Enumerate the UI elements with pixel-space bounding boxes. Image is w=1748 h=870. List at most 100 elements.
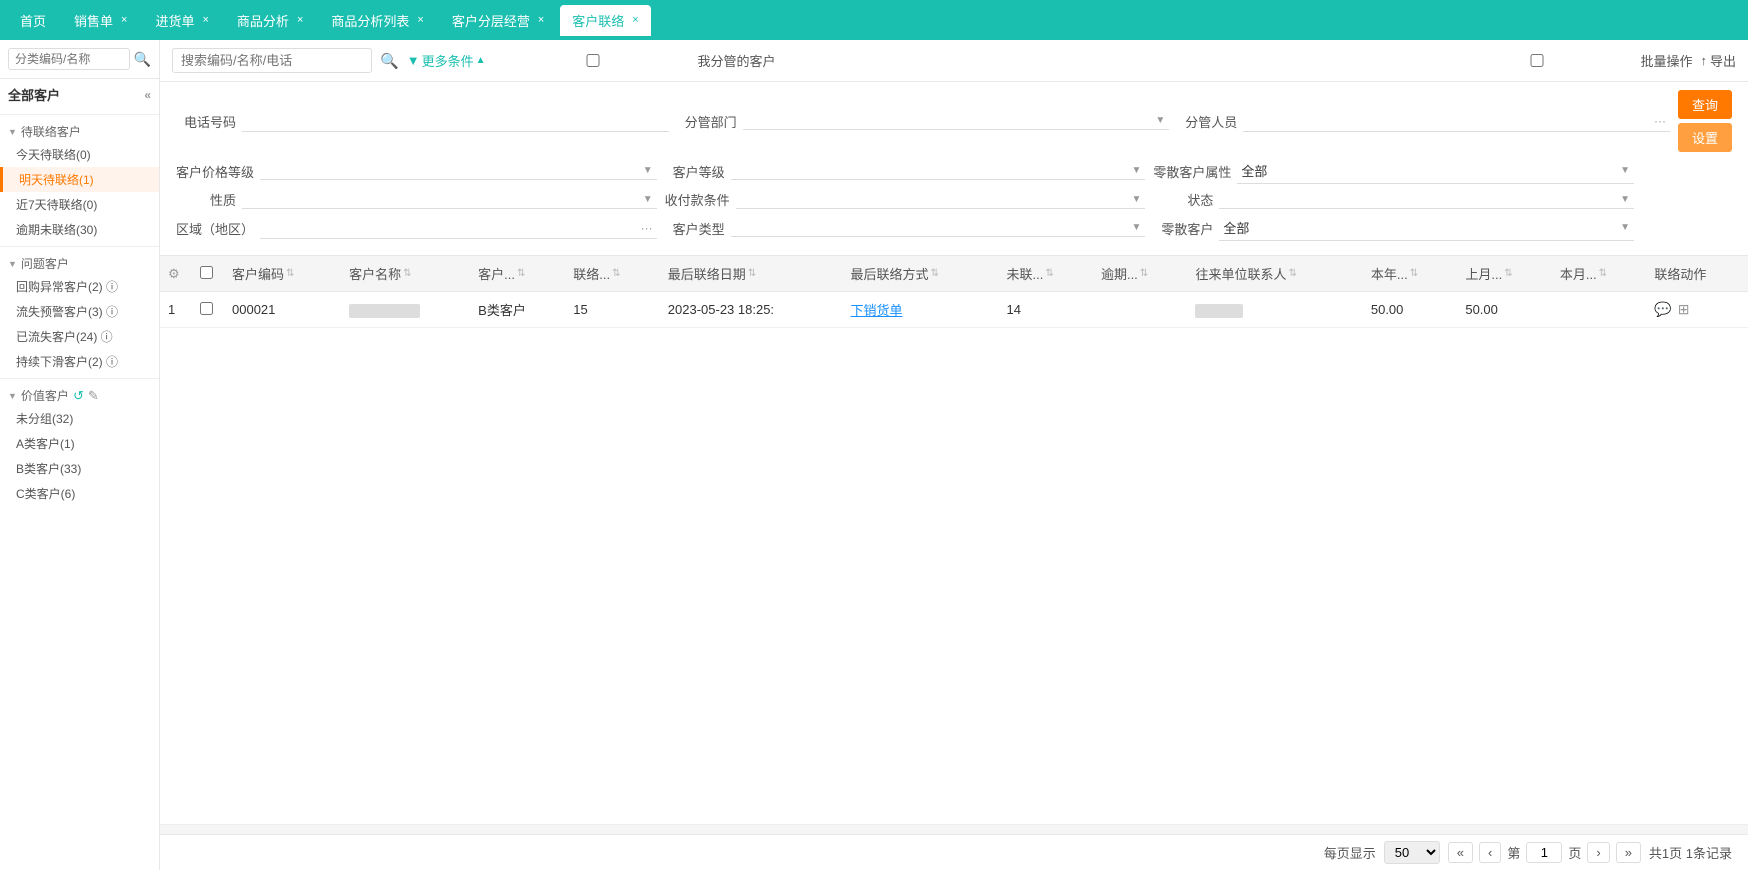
last-method-link[interactable]: 下销货单 [850,303,902,318]
close-sales-tab[interactable]: × [121,14,127,26]
close-customer-tier-tab[interactable]: × [538,14,544,26]
row-last-month: 50.00 [1457,292,1551,328]
filter-customer-level-select[interactable]: ▼ [731,162,1146,180]
sidebar-item-ungrouped[interactable]: 未分组(32) [0,406,159,431]
sort-last-method-icon[interactable]: ⇅ [930,268,938,279]
sort-last-date-icon[interactable]: ⇅ [748,268,756,279]
export-btn[interactable]: ↑ 导出 [1700,51,1736,70]
nav-home[interactable]: 首页 [8,5,58,36]
filter-search-icon[interactable]: 🔍 [380,52,399,70]
sort-name-icon[interactable]: ⇅ [403,268,411,279]
filter-scatter-attr: 零散客户属性 全部 ▼ [1153,158,1634,184]
sort-contact-icon[interactable]: ⇅ [612,268,620,279]
chevron-status-icon: ▼ [1620,194,1630,205]
filter-price-level-select[interactable]: ▼ [260,162,657,180]
row-checkbox [192,292,224,328]
batch-op-btn[interactable]: 批量操作 [1437,51,1692,70]
nav-tab-analysis-list[interactable]: 商品分析列表 × [319,5,435,36]
sidebar-search-container: 🔍 [0,40,159,79]
comment-icon[interactable]: 💬 [1654,301,1671,318]
filter-customer-type-label: 客户类型 [665,219,725,238]
col-last-method: 最后联络方式 ⇅ [842,256,998,292]
close-customer-contact-tab[interactable]: × [632,14,638,26]
my-customers-check[interactable] [493,54,693,67]
gear-icon[interactable]: ⚙ [168,266,180,281]
filter-row-3: 性质 ▼ 收付款条件 ▼ 状态 [176,190,1732,209]
filter-price-level-label: 客户价格等级 [176,162,254,181]
sort-last-month-icon[interactable]: ⇅ [1504,268,1512,279]
nav-tab-customer-contact[interactable]: 客户联络 × [560,5,650,36]
col-this-year: 本年... ⇅ [1363,256,1457,292]
nav-tab-sales[interactable]: 销售单 × [62,5,139,36]
page-input[interactable] [1526,842,1562,863]
sort-uncontacted-icon[interactable]: ⇅ [1045,268,1053,279]
filter-nature-select[interactable]: ▼ [242,191,657,209]
filter-region: 区域（地区） ··· [176,218,657,239]
query-button[interactable]: 查询 [1678,90,1732,119]
filter-status-select[interactable]: ▼ [1219,191,1634,209]
horizontal-scrollbar[interactable] [160,824,1748,834]
close-analysis-tab[interactable]: × [297,14,303,26]
sort-overdue-icon[interactable]: ⇅ [1140,268,1148,279]
nav-tab-purchase[interactable]: 进货单 × [143,5,220,36]
sort-unit-contact-icon[interactable]: ⇅ [1288,268,1296,279]
row-last-date: 2023-05-23 18:25: [660,292,843,328]
sidebar-item-declining[interactable]: 持续下滑客户(2) ⓘ [0,349,159,374]
filter-manager-select[interactable]: ··· [1243,111,1670,132]
my-customers-checkbox[interactable]: 我分管的客户 [493,51,775,70]
filter-phone-input[interactable] [242,110,669,132]
col-checkbox [192,256,224,292]
col-name: 客户名称 ⇅ [341,256,470,292]
sort-code-icon[interactable]: ⇅ [286,268,294,279]
sidebar-item-class-a[interactable]: A类客户(1) [0,431,159,456]
value-group-edit-icon[interactable]: ✎ [88,388,99,404]
filter-scatter-customer-select[interactable]: 全部 ▼ [1219,215,1634,241]
last-page-btn[interactable]: » [1616,842,1641,863]
chevron-type-icon: ▼ [1131,222,1141,233]
sort-this-month-icon[interactable]: ⇅ [1599,268,1607,279]
filter-payment-select[interactable]: ▼ [736,191,1146,209]
nav-tab-customer-tier[interactable]: 客户分层经营 × [440,5,556,36]
advanced-filter: 电话号码 分管部门 ▼ 分管人员 ··· [160,82,1748,256]
filter-scatter-customer-label: 零散客户 [1153,219,1213,238]
sidebar-item-repurchase-abnormal[interactable]: 回购异常客户(2) ⓘ [0,274,159,299]
nav-tab-analysis[interactable]: 商品分析 × [225,5,315,36]
sort-this-year-icon[interactable]: ⇅ [1410,268,1418,279]
more-filter-btn[interactable]: ▼ 更多条件 ▲ [407,51,486,70]
prev-page-btn[interactable]: ‹ [1479,842,1501,863]
filter-region-select[interactable]: ··· [260,218,657,239]
sidebar-all-customers[interactable]: 全部客户 « [0,79,159,110]
sidebar-search-icon[interactable]: 🔍 [134,51,151,68]
sidebar-item-7days[interactable]: 近7天待联络(0) [0,192,159,217]
top-navigation: 首页 销售单 × 进货单 × 商品分析 × 商品分析列表 × 客户分层经营 × … [0,0,1748,40]
filter-scatter-attr-label: 零散客户属性 [1153,162,1231,181]
sidebar-item-class-b[interactable]: B类客户(33) [0,456,159,481]
row-select-checkbox[interactable] [200,302,213,315]
sort-type-icon[interactable]: ⇅ [517,268,525,279]
sidebar-item-churn-warning[interactable]: 流失预警客户(3) ⓘ [0,299,159,324]
per-page-select[interactable]: 50 100 200 [1384,841,1440,864]
filter-dept-select[interactable]: ▼ [743,112,1170,130]
next-page-btn[interactable]: › [1587,842,1609,863]
col-action: 联络动作 [1646,256,1748,292]
sidebar-search-input[interactable] [8,48,130,70]
close-purchase-tab[interactable]: × [202,14,208,26]
filter-nature: 性质 ▼ [176,190,657,209]
grid-icon[interactable]: ⊞ [1678,301,1690,318]
filter-customer-type-select[interactable]: ▼ [731,219,1146,237]
row-overdue [1093,292,1187,328]
sidebar-item-tomorrow[interactable]: 明天待联络(1) [0,167,159,192]
sidebar-item-overdue[interactable]: 逾期未联络(30) [0,217,159,242]
settings-button[interactable]: 设置 [1678,123,1732,152]
search-input[interactable] [172,48,372,73]
table-row: 1 000021 ████████ B类客户 15 2023-05-23 18:… [160,292,1748,328]
batch-op-check[interactable] [1437,54,1637,67]
filter-scatter-attr-select[interactable]: 全部 ▼ [1237,158,1634,184]
first-page-btn[interactable]: « [1448,842,1473,863]
select-all-checkbox[interactable] [200,266,213,279]
sidebar-item-churned[interactable]: 已流失客户(24) ⓘ [0,324,159,349]
sidebar-item-today[interactable]: 今天待联络(0) [0,142,159,167]
sidebar-item-class-c[interactable]: C类客户(6) [0,481,159,506]
value-group-refresh-icon[interactable]: ↺ [73,388,84,404]
close-analysis-list-tab[interactable]: × [417,14,423,26]
